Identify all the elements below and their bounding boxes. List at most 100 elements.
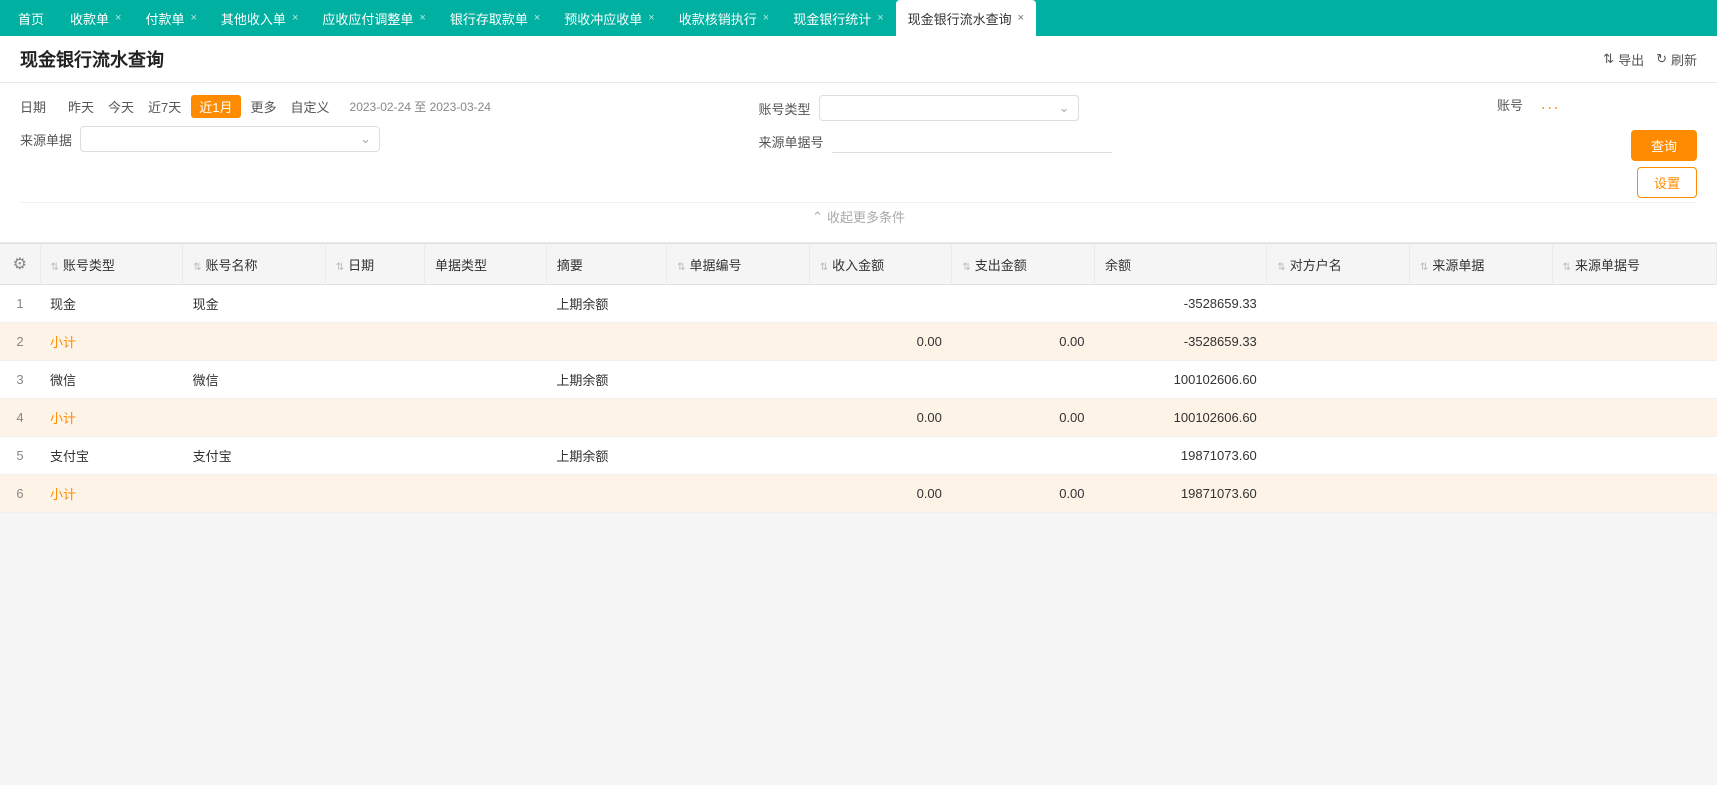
table-cell: 现金: [40, 285, 183, 323]
tab-close-icon[interactable]: ×: [534, 12, 540, 24]
refresh-icon: ↻: [1656, 51, 1667, 67]
export-icon: ⇅: [1603, 51, 1614, 67]
date-opt-今天[interactable]: 今天: [104, 95, 138, 118]
sort-arrows-icon[interactable]: ⇅: [193, 262, 201, 273]
date-opt-自定义[interactable]: 自定义: [287, 95, 334, 118]
table-cell: [667, 437, 810, 475]
sort-arrows-icon[interactable]: ⇅: [51, 262, 59, 273]
nav-tab-其他收入单[interactable]: 其他收入单×: [209, 0, 310, 36]
nav-tab-付款单[interactable]: 付款单×: [133, 0, 208, 36]
table-row: 6小计0.000.0019871073.60: [0, 475, 1717, 513]
source-doc-label: 来源单据: [20, 130, 72, 149]
tab-close-icon[interactable]: ×: [1018, 12, 1024, 24]
tab-close-icon[interactable]: ×: [419, 12, 425, 24]
nav-tab-收款单[interactable]: 收款单×: [58, 0, 133, 36]
source-doc-select[interactable]: ⌄: [80, 126, 380, 152]
table-cell: [424, 285, 546, 323]
nav-tab-label: 现金银行流水查询: [908, 9, 1012, 28]
table-col-income: ⇅收入金额: [809, 244, 952, 285]
table-cell: 微信: [183, 361, 326, 399]
source-doc-no-label: 来源单据号: [759, 132, 824, 151]
tab-close-icon[interactable]: ×: [877, 12, 883, 24]
table-cell: 3: [0, 361, 40, 399]
sort-arrows-icon[interactable]: ⇅: [820, 262, 828, 273]
tab-close-icon[interactable]: ×: [648, 12, 654, 24]
sort-arrows-icon[interactable]: ⇅: [962, 262, 970, 273]
date-opt-昨天[interactable]: 昨天: [64, 95, 98, 118]
table-col-doc_type: 单据类型: [424, 244, 546, 285]
date-opt-近1月[interactable]: 近1月: [191, 95, 240, 118]
filter-row-account-type: 账号类型 ⌄: [759, 95, 1478, 121]
query-button[interactable]: 查询: [1631, 130, 1697, 161]
table-cell: [325, 437, 424, 475]
tab-close-icon[interactable]: ×: [115, 12, 121, 24]
table-cell: 上期余额: [546, 437, 666, 475]
nav-tab-label: 现金银行统计: [793, 9, 871, 28]
table-cell: 0.00: [952, 475, 1095, 513]
nav-tab-label: 应收应付调整单: [322, 9, 413, 28]
nav-tab-label: 预收冲应收单: [564, 9, 642, 28]
table-cell: [424, 361, 546, 399]
table-cell: [667, 361, 810, 399]
gear-icon[interactable]: ⚙: [13, 254, 27, 274]
nav-tab-预收冲应收单[interactable]: 预收冲应收单 ×: [552, 0, 666, 36]
sort-arrows-icon[interactable]: ⇅: [1563, 262, 1571, 273]
table-cell: [667, 475, 810, 513]
account-dots-btn[interactable]: ...: [1541, 96, 1560, 114]
table-cell: [952, 437, 1095, 475]
table-cell: -3528659.33: [1095, 285, 1267, 323]
date-range-text: 2023-02-24 至 2023-03-24: [350, 98, 491, 115]
table-cell: [183, 475, 326, 513]
filter-row-date: 日期 昨天今天近7天近1月更多自定义 2023-02-24 至 2023-03-…: [20, 95, 739, 118]
table-body: 1现金现金上期余额-3528659.332小计0.000.00-3528659.…: [0, 285, 1717, 513]
table-cell: [1267, 437, 1410, 475]
tab-close-icon[interactable]: ×: [190, 12, 196, 24]
tab-close-icon[interactable]: ×: [292, 12, 298, 24]
sort-arrows-icon[interactable]: ⇅: [1277, 262, 1285, 273]
table-cell: [183, 399, 326, 437]
table-header-row: ⚙⇅账号类型⇅账号名称⇅日期单据类型摘要⇅单据编号⇅收入金额⇅支出金额余额⇅对方…: [0, 244, 1717, 285]
export-button[interactable]: ⇅ 导出: [1603, 50, 1644, 69]
date-opt-近7天[interactable]: 近7天: [144, 95, 185, 118]
account-type-select[interactable]: ⌄: [819, 95, 1079, 121]
table-cell: [809, 361, 952, 399]
table-cell: 0.00: [809, 475, 952, 513]
table-col-date: ⇅日期: [325, 244, 424, 285]
table-cell: [424, 475, 546, 513]
filter-area: 日期 昨天今天近7天近1月更多自定义 2023-02-24 至 2023-03-…: [0, 83, 1717, 243]
nav-tab-收款核销执行[interactable]: 收款核销执行×: [667, 0, 781, 36]
table-cell: [1267, 323, 1410, 361]
table-row: 1现金现金上期余额-3528659.33: [0, 285, 1717, 323]
table-cell: [546, 399, 666, 437]
nav-tab-现金银行统计[interactable]: 现金银行统计 ×: [781, 0, 895, 36]
collapse-bar[interactable]: ⌃ 收起更多条件: [20, 202, 1697, 230]
table-cell: [1552, 399, 1716, 437]
header-actions: ⇅ 导出 ↻ 刷新: [1603, 50, 1697, 69]
table-cell: 微信: [40, 361, 183, 399]
table-cell: 支付宝: [40, 437, 183, 475]
nav-tab-现金银行流水查询[interactable]: 现金银行流水查询 ×: [896, 0, 1036, 36]
table-cell: [1552, 285, 1716, 323]
nav-tab-应收应付调整单[interactable]: 应收应付调整单 ×: [310, 0, 437, 36]
source-doc-no-input[interactable]: [832, 129, 1112, 153]
date-label: 日期: [20, 97, 56, 116]
table-cell: 4: [0, 399, 40, 437]
date-options: 昨天今天近7天近1月更多自定义: [64, 95, 334, 118]
sort-arrows-icon[interactable]: ⇅: [336, 262, 344, 273]
sort-arrows-icon[interactable]: ⇅: [677, 262, 685, 273]
table-cell: [424, 437, 546, 475]
date-opt-更多[interactable]: 更多: [247, 95, 281, 118]
table-row: 5支付宝支付宝上期余额19871073.60: [0, 437, 1717, 475]
collapse-up-icon: ⌃: [812, 209, 823, 225]
table-col-summary: 摘要: [546, 244, 666, 285]
table-cell: [1267, 361, 1410, 399]
sort-arrows-icon[interactable]: ⇅: [1420, 262, 1428, 273]
nav-tab-银行存取款单[interactable]: 银行存取款单×: [438, 0, 552, 36]
nav-home[interactable]: 首页: [4, 9, 58, 28]
tab-close-icon[interactable]: ×: [763, 12, 769, 24]
table-head: ⚙⇅账号类型⇅账号名称⇅日期单据类型摘要⇅单据编号⇅收入金额⇅支出金额余额⇅对方…: [0, 244, 1717, 285]
table-cell: [1409, 399, 1552, 437]
refresh-button[interactable]: ↻ 刷新: [1656, 50, 1697, 69]
settings-button[interactable]: 设置: [1637, 167, 1697, 198]
table-cell: [1267, 475, 1410, 513]
